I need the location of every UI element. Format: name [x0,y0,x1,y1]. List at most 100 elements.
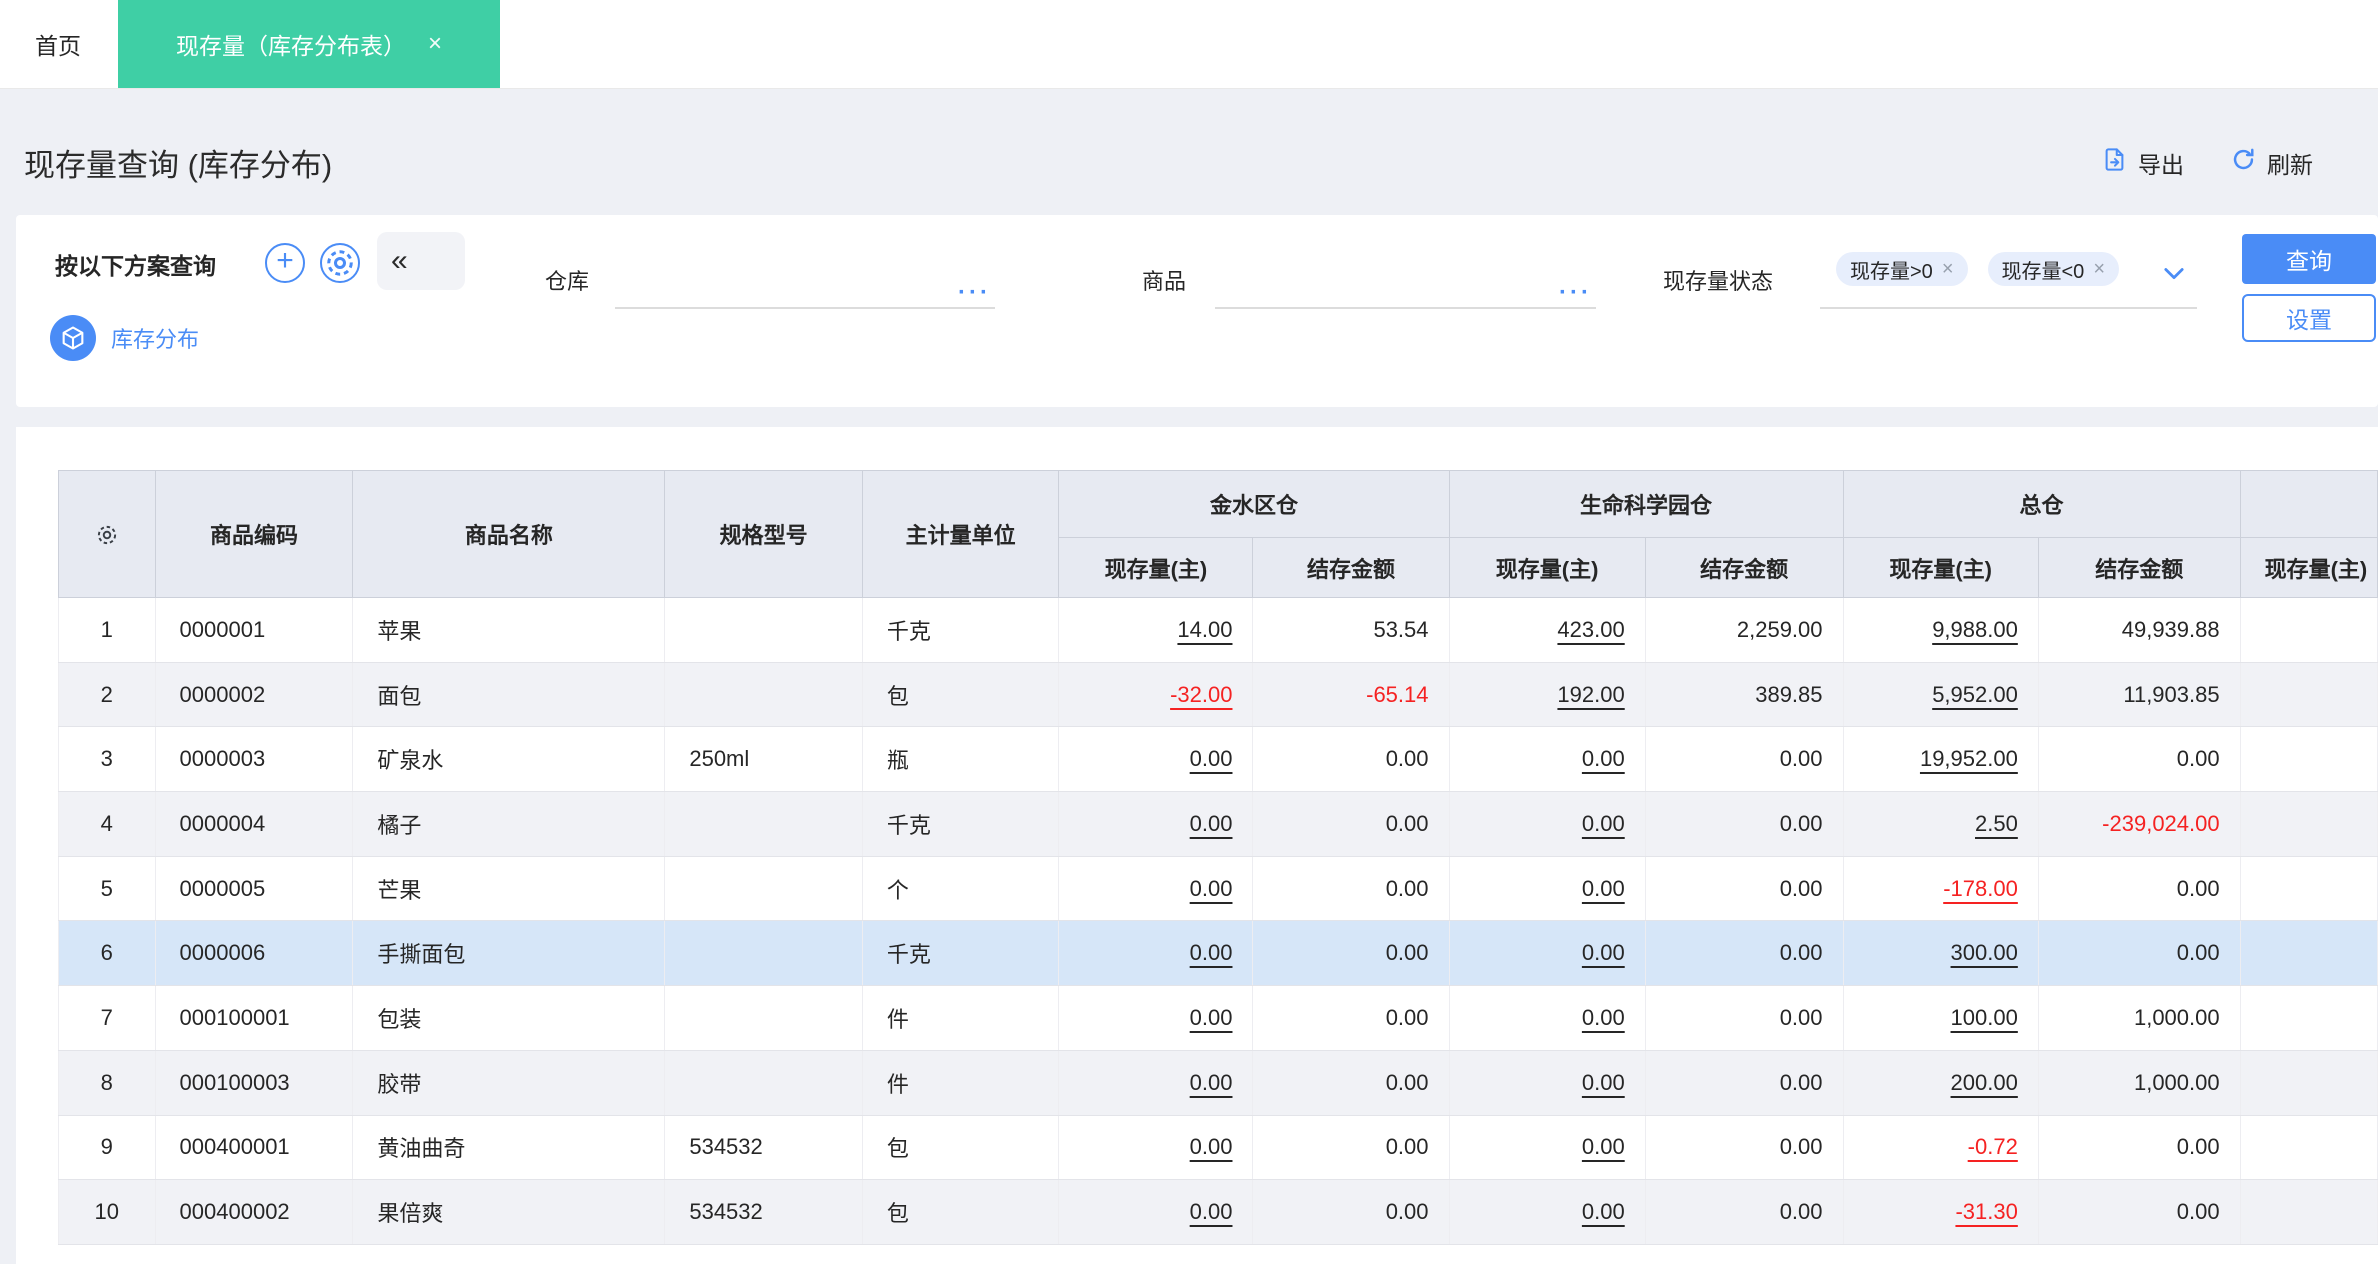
table-row[interactable]: 9 000400001 黄油曲奇 534532 包 0.00 0.00 0.00 0.00 -0.… [58,1115,2378,1181]
status-filter-tag[interactable]: 现存量>0 × [1836,252,1968,286]
scheme-panel-title: 按以下方案查询 [55,253,216,279]
qty-drilldown-link[interactable]: -31.30 [1955,1199,2017,1224]
product-code-cell: 0000003 [155,726,354,793]
stock-status-tags: 现存量>0 × 现存量<0 × [1836,252,2119,286]
qty-drilldown-link[interactable]: 0.00 [1582,746,1625,771]
spec-cell: 534532 [664,1115,863,1181]
qty-drilldown-link[interactable]: 200.00 [1951,1070,2018,1095]
export-button[interactable]: 导出 [2101,146,2184,180]
balance-amount-cell: 0.00 [2038,856,2241,922]
qty-drilldown-link[interactable]: 0.00 [1190,1199,1233,1224]
qty-drilldown-link[interactable]: 100.00 [1951,1005,2018,1030]
product-field-label: 商品 [1142,269,1187,294]
refresh-button[interactable]: 刷新 [2230,146,2313,180]
tab-active-label: 现存量（库存分布表） [175,33,406,59]
qty-on-hand-cell: 0.00 [1058,1179,1254,1245]
tab-close-icon[interactable]: × [428,30,442,58]
product-name-cell: 橘子 [352,791,666,857]
balance-amount-cell: 1,000.00 [2038,1050,2241,1116]
partial-cell [2240,791,2378,857]
settings-button[interactable]: 设置 [2242,294,2376,342]
sub-header-qty: 现存量(主) [1058,537,1254,598]
table-row[interactable]: 4 0000004 橘子 千克 0.00 0.00 0.00 0.00 2.50 -239,024… [58,791,2378,857]
row-number-cell: 9 [58,1115,156,1181]
qty-on-hand-cell: -178.00 [1843,856,2039,922]
tag-remove-icon[interactable]: × [2093,258,2105,281]
column-header-code: 商品编码 [154,470,354,598]
scheme-item-inventory-distribution[interactable]: 库存分布 [50,315,199,361]
qty-drilldown-link[interactable]: 0.00 [1582,876,1625,901]
table-row[interactable]: 1 0000001 苹果 千克 14.00 53.54 423.00 2,259.00 9,98… [58,597,2378,663]
qty-drilldown-link[interactable]: 423.00 [1557,617,1624,642]
qty-drilldown-link[interactable]: 0.00 [1582,1199,1625,1224]
partial-cell [2240,985,2378,1051]
qty-drilldown-link[interactable]: 0.00 [1190,940,1233,965]
table-row[interactable]: 5 0000005 芒果 个 0.00 0.00 0.00 0.00 -178.00 0.00 [58,856,2378,922]
qty-drilldown-link[interactable]: 0.00 [1190,746,1233,771]
qty-drilldown-link[interactable]: 0.00 [1190,1070,1233,1095]
qty-on-hand-cell: -0.72 [1843,1115,2039,1181]
inventory-table: 商品编码 商品名称 规格型号 主计量单位 金水区仓 生命科学园仓 总仓 现存量(主) 结存金额现… [58,470,2378,1245]
qty-drilldown-link[interactable]: 0.00 [1582,940,1625,965]
qty-drilldown-link[interactable]: 0.00 [1582,1005,1625,1030]
balance-amount-cell: 49,939.88 [2038,597,2241,663]
warehouse-picker-ellipsis-icon[interactable]: ··· [958,281,991,305]
qty-on-hand-cell: -31.30 [1843,1179,2039,1245]
row-number-cell: 3 [58,726,156,793]
qty-drilldown-link[interactable]: 19,952.00 [1920,746,2018,771]
balance-amount-cell: 0.00 [1645,920,1844,987]
product-code-cell: 0000002 [155,662,354,728]
qty-drilldown-link[interactable]: 9,988.00 [1932,617,2018,642]
sub-header-amt: 结存金额 [1252,537,1450,598]
qty-drilldown-link[interactable]: 0.00 [1582,811,1625,836]
qty-drilldown-link[interactable]: 0.00 [1582,1134,1625,1159]
qty-drilldown-link[interactable]: -32.00 [1170,682,1232,707]
product-name-cell: 面包 [352,662,666,728]
table-row[interactable]: 7 000100001 包装 件 0.00 0.00 0.00 0.00 100.00 1,000… [58,985,2378,1051]
spec-cell [664,920,863,987]
qty-on-hand-cell: 0.00 [1058,791,1254,857]
qty-drilldown-link[interactable]: 0.00 [1190,1134,1233,1159]
column-settings-gear-icon[interactable] [58,470,156,598]
chevron-down-icon[interactable] [2160,259,2188,287]
add-scheme-button[interactable]: + [265,243,305,283]
row-number-cell: 5 [58,856,156,922]
table-row[interactable]: 10 000400002 果倍爽 534532 包 0.00 0.00 0.00 0.00 -31… [58,1179,2378,1245]
qty-drilldown-link[interactable]: -178.00 [1943,876,2018,901]
qty-drilldown-link[interactable]: 192.00 [1557,682,1624,707]
qty-drilldown-link[interactable]: 300.00 [1951,940,2018,965]
tab-home[interactable]: 首页 [12,0,104,88]
tag-remove-icon[interactable]: × [1942,258,1954,281]
qty-drilldown-link[interactable]: 0.00 [1190,1005,1233,1030]
scheme-settings-button[interactable] [320,243,360,283]
table-row[interactable]: 6 0000006 手撕面包 千克 0.00 0.00 0.00 0.00 300.00 0.00 [58,920,2378,987]
qty-drilldown-link[interactable]: 0.00 [1190,811,1233,836]
table-row[interactable]: 2 0000002 面包 包 -32.00 -65.14 192.00 389.85 5,952… [58,662,2378,728]
balance-amount-cell: 0.00 [1645,1179,1844,1245]
qty-drilldown-link[interactable]: 0.00 [1582,1070,1625,1095]
product-input[interactable]: ··· [1215,267,1596,309]
sub-header-amt: 结存金额 [2037,537,2241,598]
qty-drilldown-link[interactable]: 5,952.00 [1932,682,2018,707]
table-row[interactable]: 8 000100003 胶带 件 0.00 0.00 0.00 0.00 200.00 1,000… [58,1050,2378,1116]
qty-drilldown-link[interactable]: -0.72 [1968,1134,2018,1159]
product-picker-ellipsis-icon[interactable]: ··· [1559,281,1592,305]
query-button[interactable]: 查询 [2242,234,2376,284]
warehouse-input[interactable]: ··· [615,267,995,309]
qty-drilldown-link[interactable]: 2.50 [1975,811,2018,836]
balance-amount-cell: 0.00 [1645,791,1844,857]
spec-cell: 534532 [664,1179,863,1245]
product-name-cell: 黄油曲奇 [352,1115,666,1181]
tab-active-inventory-distribution[interactable]: 现存量（库存分布表） × [118,0,500,88]
table-row[interactable]: 3 0000003 矿泉水 250ml 瓶 0.00 0.00 0.00 0.00 19,952.… [58,726,2378,793]
product-code-cell: 000400002 [155,1179,354,1245]
partial-cell [2240,1115,2378,1181]
balance-amount-cell: 0.00 [1252,920,1450,987]
column-header-spec: 规格型号 [664,470,863,598]
tag-label: 现存量<0 [2001,260,2085,283]
status-filter-tag[interactable]: 现存量<0 × [1987,252,2119,286]
spec-cell: 250ml [664,726,863,793]
qty-drilldown-link[interactable]: 14.00 [1177,617,1232,642]
collapse-panel-button[interactable]: « [377,232,465,290]
qty-drilldown-link[interactable]: 0.00 [1190,876,1233,901]
